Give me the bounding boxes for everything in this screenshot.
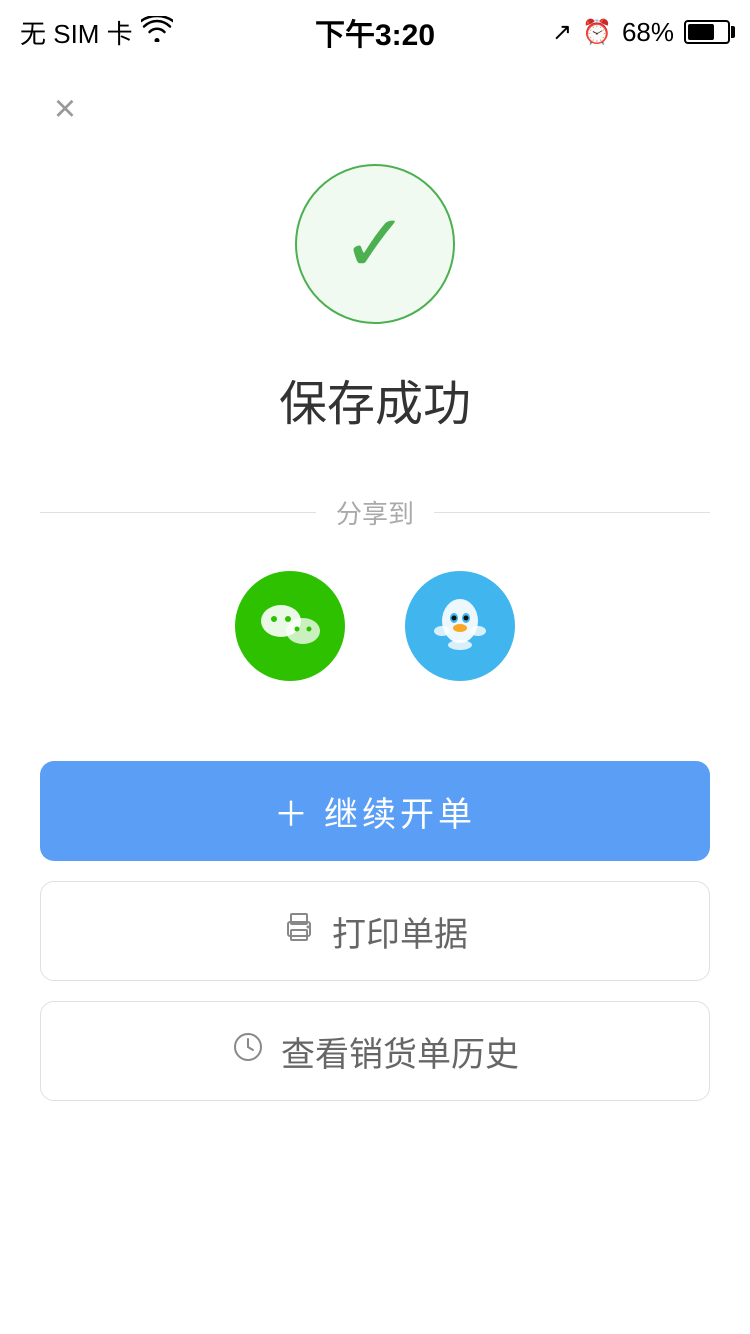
checkmark-icon: ✓	[341, 204, 408, 284]
close-button[interactable]: ×	[40, 84, 90, 134]
main-content: × ✓ 保存成功 分享到	[0, 64, 750, 1334]
divider-line-right	[434, 512, 710, 513]
status-time: 下午3:20	[315, 10, 435, 54]
print-icon	[282, 910, 316, 953]
close-icon: ×	[54, 90, 76, 128]
continue-label: 继续开单	[324, 787, 476, 836]
success-title: 保存成功	[279, 364, 471, 434]
print-button[interactable]: 打印单据	[40, 881, 710, 981]
share-label: 分享到	[336, 494, 414, 531]
history-label: 查看销货单历史	[281, 1027, 519, 1076]
battery-icon	[684, 20, 730, 44]
continue-button[interactable]: ＋ 继续开单	[40, 761, 710, 861]
action-buttons: ＋ 继续开单 打印单据	[40, 761, 710, 1101]
success-indicator: ✓	[295, 164, 455, 324]
qq-share-button[interactable]	[405, 571, 515, 681]
alarm-icon: ⏰	[582, 18, 612, 47]
wechat-share-button[interactable]	[235, 571, 345, 681]
clock-icon	[231, 1030, 265, 1073]
status-carrier: 无 SIM 卡	[20, 14, 173, 51]
location-icon: ↗	[552, 18, 572, 47]
share-icons-row	[235, 571, 515, 681]
wechat-icon	[257, 599, 323, 653]
battery-pct: 68%	[622, 17, 674, 48]
history-button[interactable]: 查看销货单历史	[40, 1001, 710, 1101]
status-bar: 无 SIM 卡 下午3:20 ↗ ⏰ 68%	[0, 0, 750, 64]
divider-line-left	[40, 512, 316, 513]
carrier-text: 无 SIM 卡	[20, 14, 133, 51]
print-label: 打印单据	[332, 907, 468, 956]
qq-icon	[432, 593, 488, 659]
status-right: ↗ ⏰ 68%	[552, 17, 730, 48]
plus-icon: ＋	[274, 787, 308, 836]
share-divider: 分享到	[40, 494, 710, 531]
wifi-icon	[141, 16, 173, 49]
